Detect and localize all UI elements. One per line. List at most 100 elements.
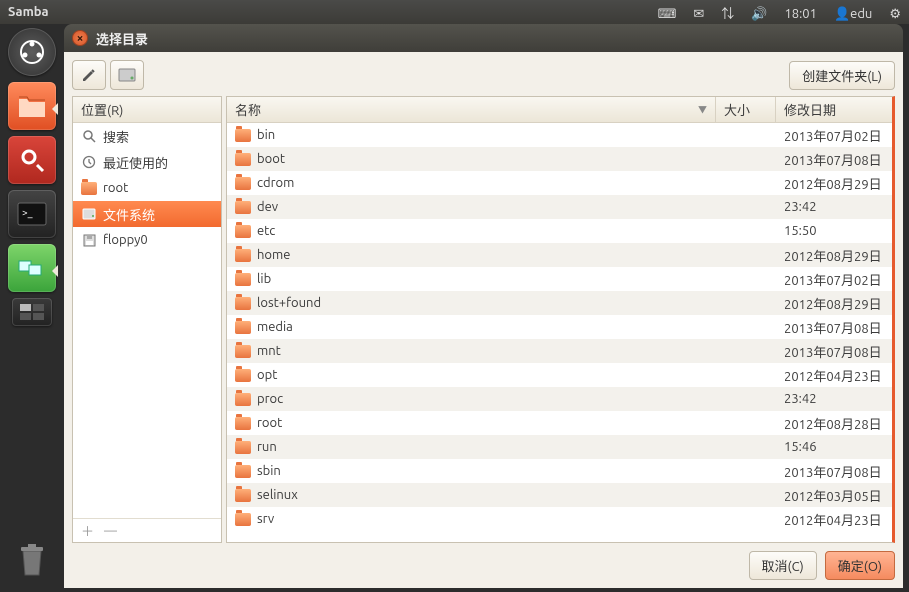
sidebar-item-recent[interactable]: 最近使用的 xyxy=(73,149,221,175)
search-icon xyxy=(81,129,97,143)
folder-icon xyxy=(235,297,251,310)
column-name[interactable]: 名称▼ xyxy=(227,97,716,122)
svg-text:>_: >_ xyxy=(22,207,33,218)
file-name: selinux xyxy=(257,488,298,502)
folder-icon xyxy=(235,129,251,142)
launcher-files[interactable] xyxy=(8,82,56,130)
file-name: sbin xyxy=(257,464,281,478)
file-name: mnt xyxy=(257,344,281,358)
sort-indicator-icon: ▼ xyxy=(698,103,707,116)
file-name: root xyxy=(257,416,282,430)
edit-path-button[interactable] xyxy=(72,60,106,90)
file-row[interactable]: etc15:50 xyxy=(227,219,892,243)
file-name: media xyxy=(257,320,293,334)
file-name: dev xyxy=(257,200,278,214)
disk-button[interactable] xyxy=(110,60,144,90)
file-row[interactable]: sbin2013年07月08日 xyxy=(227,459,892,483)
column-headers: 名称▼ 大小 修改日期 xyxy=(227,97,892,123)
file-row[interactable]: root 2012年08月28日 xyxy=(227,411,892,435)
file-list-pane: 名称▼ 大小 修改日期 bin2013年07月02日boot2013年07月08… xyxy=(226,96,895,543)
file-row[interactable]: lost+found 2012年08月29日 xyxy=(227,291,892,315)
folder-icon xyxy=(235,153,251,166)
column-size[interactable]: 大小 xyxy=(716,97,776,122)
sidebar-item-disk[interactable]: 文件系统 xyxy=(73,201,221,227)
folder-icon xyxy=(235,441,251,454)
launcher-workspace[interactable] xyxy=(12,298,52,326)
file-date: 2012年08月29日 xyxy=(776,294,892,313)
gear-icon[interactable]: ⚙ xyxy=(889,7,901,22)
places-header: 位置(R) xyxy=(73,97,221,123)
launcher-active-arrow-icon xyxy=(52,265,58,277)
file-row[interactable]: opt2012年04月23日 xyxy=(227,363,892,387)
file-date: 2013年07月02日 xyxy=(776,270,892,289)
dash-button[interactable] xyxy=(8,28,56,76)
clock[interactable]: 18:01 xyxy=(784,7,817,21)
user-menu[interactable]: 👤 edu xyxy=(834,7,872,22)
file-row[interactable]: lib2013年07月02日 xyxy=(227,267,892,291)
file-name: opt xyxy=(257,368,277,382)
create-folder-button[interactable]: 创建文件夹(L) xyxy=(789,61,895,90)
keyboard-icon[interactable]: ⌨ xyxy=(658,7,677,22)
file-date: 2012年04月23日 xyxy=(776,510,892,529)
file-row[interactable]: mnt 2013年07月08日 xyxy=(227,339,892,363)
folder-icon xyxy=(235,225,251,238)
file-date: 2013年07月08日 xyxy=(776,150,892,169)
file-date: 15:50 xyxy=(776,224,892,238)
file-name: proc xyxy=(257,392,283,406)
folder-icon xyxy=(235,417,251,430)
launcher-settings[interactable] xyxy=(8,136,56,184)
sidebar-item-label: 文件系统 xyxy=(103,205,155,224)
file-date: 2012年08月29日 xyxy=(776,174,892,193)
system-topbar: Samba ⌨ ✉ ⇅ 🔊 18:01 👤 edu ⚙ xyxy=(0,0,909,24)
network-icon[interactable]: ⇅ xyxy=(721,3,734,22)
column-date[interactable]: 修改日期 xyxy=(776,97,892,122)
folder-icon xyxy=(81,182,97,195)
folder-icon xyxy=(235,201,251,214)
file-row[interactable]: run15:46 xyxy=(227,435,892,459)
launcher-trash[interactable] xyxy=(10,538,54,582)
volume-icon[interactable]: 🔊 xyxy=(751,7,767,22)
cancel-button[interactable]: 取消(C) xyxy=(749,551,817,580)
add-bookmark-button[interactable]: ＋ xyxy=(81,521,94,540)
sidebar-item-label: root xyxy=(103,181,128,195)
file-date: 2013年07月08日 xyxy=(776,342,892,361)
close-button[interactable] xyxy=(72,30,88,46)
file-row[interactable]: boot2013年07月08日 xyxy=(227,147,892,171)
file-row[interactable]: dev 23:42 xyxy=(227,195,892,219)
dialog-titlebar[interactable]: 选择目录 xyxy=(64,24,903,52)
sidebar-item-folder[interactable]: root xyxy=(73,175,221,201)
folder-icon xyxy=(235,321,251,334)
places-footer: ＋ — xyxy=(73,518,221,542)
launcher-active-arrow-icon xyxy=(52,103,58,115)
file-row[interactable]: bin2013年07月02日 xyxy=(227,123,892,147)
ok-button[interactable]: 确定(O) xyxy=(825,551,895,580)
folder-chooser-dialog: 选择目录 创建文件夹(L) 位置(R) 搜索最近使用的 root 文件系统 flopp… xyxy=(64,24,903,588)
file-row[interactable]: selinux2012年03月05日 xyxy=(227,483,892,507)
mail-icon[interactable]: ✉ xyxy=(693,7,704,22)
file-row[interactable]: proc23:42 xyxy=(227,387,892,411)
remove-bookmark-button[interactable]: — xyxy=(104,524,117,538)
folder-icon xyxy=(235,369,251,382)
active-app-label: Samba xyxy=(8,5,49,19)
sidebar-item-label: 最近使用的 xyxy=(103,153,168,172)
file-date: 23:42 xyxy=(776,200,892,214)
launcher-samba[interactable] xyxy=(8,244,56,292)
file-date: 2012年08月29日 xyxy=(776,246,892,265)
dialog-title: 选择目录 xyxy=(96,29,148,48)
sidebar-item-floppy[interactable]: floppy0 xyxy=(73,227,221,253)
file-name: lost+found xyxy=(257,296,321,310)
places-sidebar: 位置(R) 搜索最近使用的 root 文件系统 floppy0 ＋ — xyxy=(72,96,222,543)
file-row[interactable]: cdrom2012年08月29日 xyxy=(227,171,892,195)
folder-icon xyxy=(235,489,251,502)
folder-icon xyxy=(235,273,251,286)
file-row[interactable]: media 2013年07月08日 xyxy=(227,315,892,339)
file-row[interactable]: home 2012年08月29日 xyxy=(227,243,892,267)
file-date: 2013年07月08日 xyxy=(776,318,892,337)
sidebar-item-search[interactable]: 搜索 xyxy=(73,123,221,149)
file-date: 2012年08月28日 xyxy=(776,414,892,433)
sidebar-item-label: floppy0 xyxy=(103,233,148,247)
folder-icon xyxy=(235,249,251,262)
file-row[interactable]: srv2012年04月23日 xyxy=(227,507,892,531)
file-name: home xyxy=(257,248,290,262)
launcher-terminal[interactable]: >_ xyxy=(8,190,56,238)
